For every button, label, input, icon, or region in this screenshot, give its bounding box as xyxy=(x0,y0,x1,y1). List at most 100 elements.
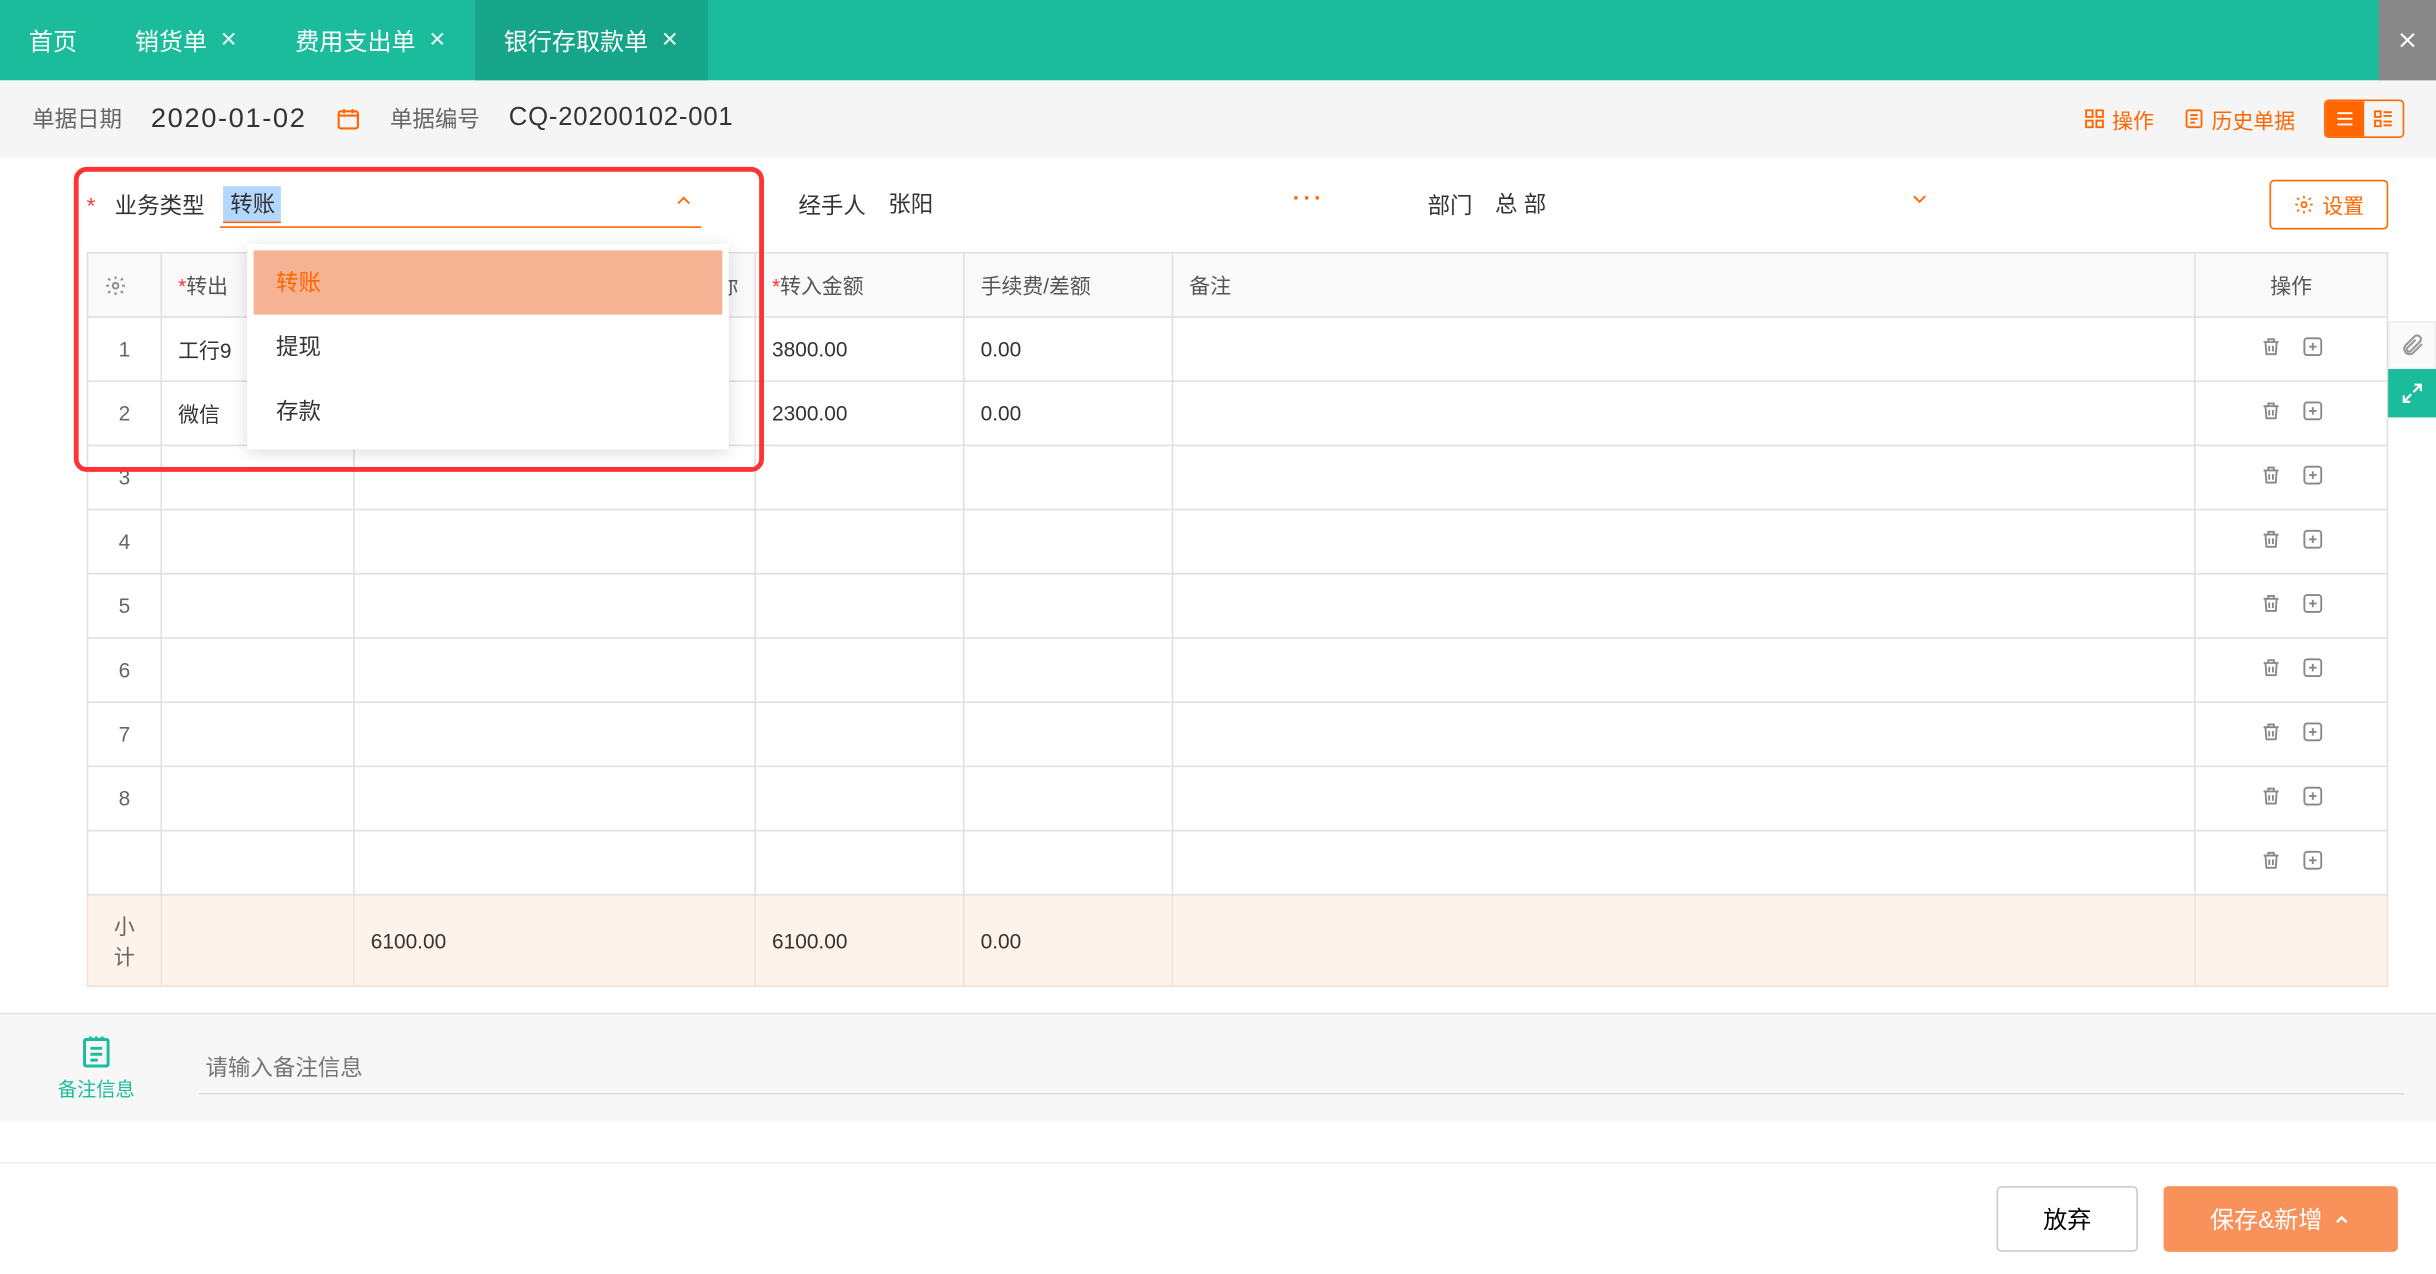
biztype-label: 业务类型 xyxy=(115,189,205,221)
cell-in-amount[interactable] xyxy=(755,510,964,574)
add-row-icon[interactable] xyxy=(2301,592,2323,614)
delete-row-icon[interactable] xyxy=(2259,335,2281,357)
calendar-icon[interactable] xyxy=(335,106,361,132)
cell-fee[interactable]: 0.00 xyxy=(964,381,1173,445)
cell-remark[interactable] xyxy=(1172,831,2194,895)
add-row-icon[interactable] xyxy=(2301,464,2323,486)
cell-out-account[interactable] xyxy=(161,831,354,895)
cell-remark[interactable] xyxy=(1172,381,2194,445)
add-row-icon[interactable] xyxy=(2301,721,2323,743)
dropdown-option-deposit[interactable]: 存款 xyxy=(254,378,723,442)
settings-button[interactable]: 设置 xyxy=(2269,180,2388,230)
save-and-add-button[interactable]: 保存&新增 xyxy=(2164,1186,2398,1252)
date-value[interactable]: 2020-01-02 xyxy=(151,103,307,135)
table-row[interactable]: 7 xyxy=(87,702,2387,766)
cell-fee[interactable] xyxy=(964,702,1173,766)
cell-remark[interactable] xyxy=(1172,702,2194,766)
dropdown-option-withdraw[interactable]: 提现 xyxy=(254,314,723,378)
tab-home[interactable]: 首页 xyxy=(0,0,106,80)
add-row-icon[interactable] xyxy=(2301,849,2323,871)
delete-row-icon[interactable] xyxy=(2259,656,2281,678)
cell-hidden[interactable] xyxy=(354,831,755,895)
delete-row-icon[interactable] xyxy=(2259,721,2281,743)
delete-row-icon[interactable] xyxy=(2259,464,2281,486)
cell-remark[interactable] xyxy=(1172,574,2194,638)
cell-hidden[interactable] xyxy=(354,445,755,509)
cell-remark[interactable] xyxy=(1172,445,2194,509)
col-fee: 手续费/差额 xyxy=(964,253,1173,317)
delete-row-icon[interactable] xyxy=(2259,528,2281,550)
cell-in-amount[interactable]: 3800.00 xyxy=(755,317,964,381)
cell-in-amount[interactable] xyxy=(755,574,964,638)
cell-out-account[interactable] xyxy=(161,510,354,574)
attachment-button[interactable] xyxy=(2388,321,2436,369)
delete-row-icon[interactable] xyxy=(2259,785,2281,807)
row-index: 7 xyxy=(87,702,161,766)
cell-hidden[interactable] xyxy=(354,510,755,574)
ops-button[interactable]: 操作 xyxy=(2083,104,2154,134)
cell-in-amount[interactable] xyxy=(755,766,964,830)
cell-in-amount[interactable]: 2300.00 xyxy=(755,381,964,445)
close-icon[interactable]: ✕ xyxy=(220,27,238,53)
tab-expense[interactable]: 费用支出单✕ xyxy=(266,0,475,80)
add-row-icon[interactable] xyxy=(2301,528,2323,550)
add-row-icon[interactable] xyxy=(2301,656,2323,678)
cell-out-account[interactable] xyxy=(161,445,354,509)
dept-select[interactable]: 总 部 xyxy=(1489,181,1938,228)
cell-hidden[interactable] xyxy=(354,574,755,638)
handler-select[interactable]: 张阳 ··· xyxy=(882,181,1331,228)
close-icon[interactable]: ✕ xyxy=(428,27,446,53)
add-row-icon[interactable] xyxy=(2301,785,2323,807)
cell-hidden[interactable] xyxy=(354,702,755,766)
delete-row-icon[interactable] xyxy=(2259,849,2281,871)
table-row[interactable]: 3 xyxy=(87,445,2387,509)
chevron-down-icon xyxy=(1909,188,1931,210)
biztype-select[interactable]: 转账 xyxy=(221,182,702,227)
table-settings-header[interactable] xyxy=(87,253,161,317)
dropdown-option-transfer[interactable]: 转账 xyxy=(254,250,723,314)
add-row-icon[interactable] xyxy=(2301,335,2323,357)
close-panel-button[interactable] xyxy=(2379,0,2436,80)
cell-out-account[interactable] xyxy=(161,574,354,638)
add-row-icon[interactable] xyxy=(2301,400,2323,422)
table-row[interactable]: 6 xyxy=(87,638,2387,702)
cell-hidden[interactable] xyxy=(354,638,755,702)
cell-hidden[interactable] xyxy=(354,766,755,830)
tab-sales-order[interactable]: 销货单✕ xyxy=(106,0,266,80)
table-row[interactable]: 4 xyxy=(87,510,2387,574)
handler-value: 张阳 xyxy=(888,191,933,217)
cell-in-amount[interactable] xyxy=(755,638,964,702)
cell-out-account[interactable] xyxy=(161,766,354,830)
table-row[interactable] xyxy=(87,831,2387,895)
cell-out-account[interactable] xyxy=(161,638,354,702)
cell-remark[interactable] xyxy=(1172,317,2194,381)
cell-fee[interactable] xyxy=(964,510,1173,574)
delete-row-icon[interactable] xyxy=(2259,592,2281,614)
delete-row-icon[interactable] xyxy=(2259,400,2281,422)
history-button[interactable]: 历史单据 xyxy=(2183,104,2295,134)
handler-label: 经手人 xyxy=(798,189,865,221)
cell-in-amount[interactable] xyxy=(755,831,964,895)
cell-fee[interactable] xyxy=(964,445,1173,509)
cell-fee[interactable] xyxy=(964,574,1173,638)
view-detail-button[interactable] xyxy=(2364,101,2403,136)
cell-remark[interactable] xyxy=(1172,638,2194,702)
fullscreen-button[interactable] xyxy=(2388,369,2436,417)
table-row[interactable]: 8 xyxy=(87,766,2387,830)
remark-input[interactable] xyxy=(199,1042,2404,1095)
close-icon[interactable]: ✕ xyxy=(661,27,679,53)
view-toggle xyxy=(2324,100,2404,139)
cell-fee[interactable] xyxy=(964,766,1173,830)
cell-remark[interactable] xyxy=(1172,766,2194,830)
cell-out-account[interactable] xyxy=(161,702,354,766)
cell-fee[interactable]: 0.00 xyxy=(964,317,1173,381)
discard-button[interactable]: 放弃 xyxy=(1997,1186,2138,1252)
cell-in-amount[interactable] xyxy=(755,702,964,766)
cell-fee[interactable] xyxy=(964,831,1173,895)
cell-remark[interactable] xyxy=(1172,510,2194,574)
tab-bank-transfer[interactable]: 银行存取款单✕ xyxy=(475,0,708,80)
cell-in-amount[interactable] xyxy=(755,445,964,509)
view-list-button[interactable] xyxy=(2326,101,2365,136)
cell-fee[interactable] xyxy=(964,638,1173,702)
table-row[interactable]: 5 xyxy=(87,574,2387,638)
